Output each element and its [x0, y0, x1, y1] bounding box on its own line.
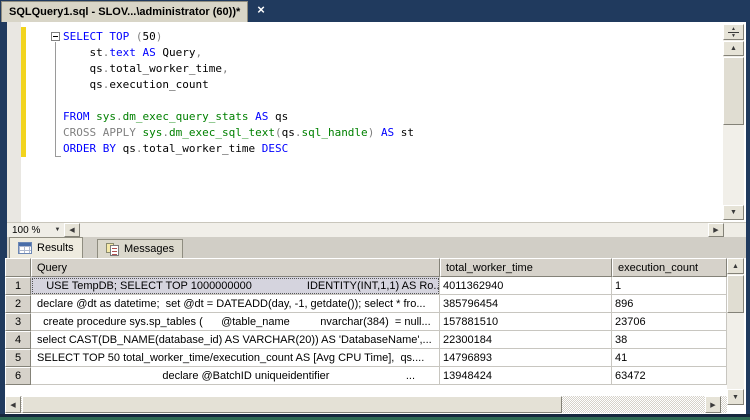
grid-hscroll-thumb[interactable]	[22, 396, 562, 413]
scroll-up-icon[interactable]: ▲	[723, 41, 744, 56]
total-worker-time-cell[interactable]: 385796454	[440, 295, 612, 313]
table-row: 1 USE TempDB; SELECT TOP 1000000000 IDEN…	[5, 277, 746, 295]
row-number-cell[interactable]: 6	[5, 367, 31, 385]
editor-selection-margin	[7, 22, 21, 222]
zoom-level-value: 100 %	[12, 224, 41, 236]
sql-editor[interactable]: SELECT TOP (50) st.text AS Query, qs.tot…	[7, 22, 746, 237]
code-line: ORDER BY qs.total_worker_time DESC	[63, 142, 289, 155]
column-header-query[interactable]: Query	[31, 258, 440, 277]
execution-count-cell[interactable]: 896	[612, 295, 727, 313]
app-window: SQLQuery1.sql - SLOV...\administrator (6…	[0, 0, 750, 420]
execution-count-cell[interactable]: 63472	[612, 367, 727, 385]
table-row: 4 select CAST(DB_NAME(database_id) AS VA…	[5, 331, 746, 349]
grid-header-row: Query total_worker_time execution_count	[5, 258, 746, 277]
row-number-cell[interactable]: 1	[5, 277, 31, 295]
splitter-handle-icon[interactable]: ▲ ▼	[723, 24, 744, 40]
editor-vertical-scrollbar[interactable]: ▲ ▼ ▲ ▼	[723, 24, 744, 220]
results-grid: Query total_worker_time execution_count …	[5, 258, 746, 414]
sql-code: SELECT TOP (50) st.text AS Query, qs.tot…	[63, 29, 414, 157]
tab-messages-label: Messages	[124, 243, 175, 255]
code-area[interactable]: SELECT TOP (50) st.text AS Query, qs.tot…	[26, 22, 723, 222]
grid-body: 1 USE TempDB; SELECT TOP 1000000000 IDEN…	[5, 277, 746, 385]
status-bar-edge	[0, 414, 750, 420]
scroll-left-icon[interactable]: ◀	[64, 223, 80, 237]
row-number-cell[interactable]: 4	[5, 331, 31, 349]
code-line: CROSS APPLY sys.dm_exec_sql_text(qs.sql_…	[63, 126, 415, 139]
query-cell[interactable]: declare @dt as datetime; set @dt = DATEA…	[31, 295, 440, 313]
outline-guide-line	[55, 42, 61, 157]
scroll-right-icon[interactable]: ▶	[708, 223, 724, 237]
row-number-cell[interactable]: 2	[5, 295, 31, 313]
editor-bottom-bar: 100 % ▼ ◀ ▶	[7, 222, 746, 237]
document-tab-bar: SQLQuery1.sql - SLOV...\administrator (6…	[0, 0, 750, 22]
query-cell[interactable]: USE TempDB; SELECT TOP 1000000000 IDENTI…	[31, 277, 440, 295]
row-number-cell[interactable]: 5	[5, 349, 31, 367]
query-cell[interactable]: declare @BatchID uniqueidentifier ...	[31, 367, 440, 385]
total-worker-time-cell[interactable]: 4011362940	[440, 277, 612, 295]
code-line: st.text AS Query,	[63, 46, 203, 59]
messages-icon	[106, 242, 119, 256]
grid-vscroll-thumb[interactable]	[727, 275, 744, 313]
column-header-execution-count[interactable]: execution_count	[612, 258, 727, 277]
query-cell[interactable]: select CAST(DB_NAME(database_id) AS VARC…	[31, 331, 440, 349]
code-line: FROM sys.dm_exec_query_stats AS qs	[63, 110, 289, 123]
table-row: 3 create procedure sys.sp_tables ( @tabl…	[5, 313, 746, 331]
column-header-total-worker-time[interactable]: total_worker_time	[440, 258, 612, 277]
total-worker-time-cell[interactable]: 13948424	[440, 367, 612, 385]
close-icon[interactable]: ×	[253, 2, 269, 18]
document-tab-title: SQLQuery1.sql - SLOV...\administrator (6…	[9, 6, 241, 18]
tab-results-label: Results	[37, 242, 74, 254]
total-worker-time-cell[interactable]: 22300184	[440, 331, 612, 349]
tab-messages[interactable]: Messages	[97, 239, 184, 258]
collapse-region-icon[interactable]	[51, 32, 60, 41]
total-worker-time-cell[interactable]: 14796893	[440, 349, 612, 367]
row-number-header[interactable]	[5, 258, 31, 277]
execution-count-cell[interactable]: 38	[612, 331, 727, 349]
execution-count-cell[interactable]: 23706	[612, 313, 727, 331]
execution-count-cell[interactable]: 1	[612, 277, 727, 295]
table-row: 6 declare @BatchID uniqueidentifier ... 1…	[5, 367, 746, 385]
grid-scroll-up-icon[interactable]: ▲	[727, 258, 744, 274]
grid-vertical-scrollbar[interactable]: ▲ ▼	[727, 258, 744, 405]
execution-count-cell[interactable]: 41	[612, 349, 727, 367]
zoom-level-select[interactable]: 100 %	[7, 223, 51, 237]
grid-scroll-left-icon[interactable]: ◀	[5, 396, 21, 413]
table-row: 5 SELECT TOP 50 total_worker_time/execut…	[5, 349, 746, 367]
scroll-down-icon[interactable]: ▼	[723, 205, 744, 220]
query-cell[interactable]: create procedure sys.sp_tables ( @table_…	[31, 313, 440, 331]
grid-scroll-down-icon[interactable]: ▼	[727, 389, 744, 405]
row-number-cell[interactable]: 3	[5, 313, 31, 331]
code-line: qs.total_worker_time,	[63, 62, 229, 75]
results-grid-icon	[18, 242, 32, 254]
tab-results[interactable]: Results	[9, 237, 83, 258]
grid-horizontal-scrollbar[interactable]: ◀ ▶	[5, 396, 727, 413]
code-line: qs.execution_count	[63, 78, 209, 91]
zoom-dropdown-icon[interactable]: ▼	[51, 223, 64, 237]
grid-scroll-right-icon[interactable]: ▶	[705, 396, 721, 413]
document-tab[interactable]: SQLQuery1.sql - SLOV...\administrator (6…	[1, 1, 248, 22]
table-row: 2 declare @dt as datetime; set @dt = DAT…	[5, 295, 746, 313]
scrollbar-corner	[724, 223, 746, 237]
code-line: SELECT TOP (50)	[63, 30, 163, 43]
query-cell[interactable]: SELECT TOP 50 total_worker_time/executio…	[31, 349, 440, 367]
editor-hscroll-track[interactable]	[80, 223, 708, 237]
editor-vscroll-thumb[interactable]	[723, 57, 744, 125]
results-tab-strip: Results Messages	[7, 237, 746, 258]
total-worker-time-cell[interactable]: 157881510	[440, 313, 612, 331]
